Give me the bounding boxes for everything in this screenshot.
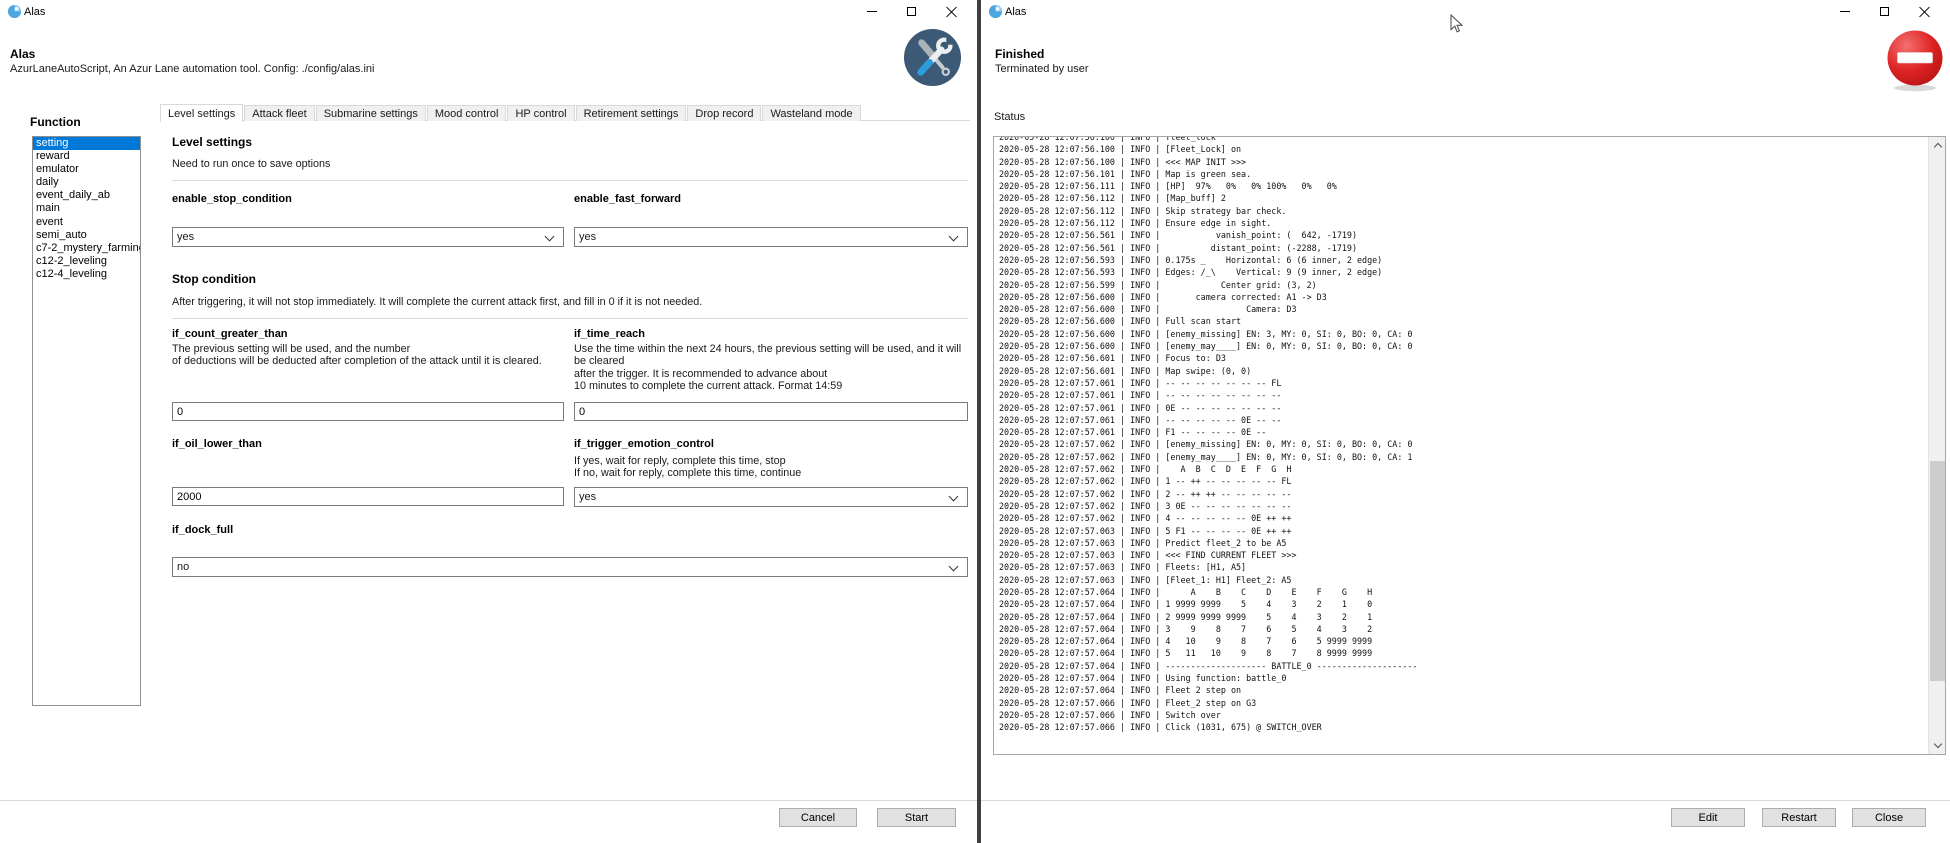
select-if-dock-full[interactable]: no bbox=[172, 557, 968, 577]
close-button[interactable] bbox=[936, 0, 966, 23]
footer-separator bbox=[0, 800, 977, 801]
tab-retirement-settings[interactable]: Retirement settings bbox=[576, 105, 687, 121]
stop-icon bbox=[1885, 29, 1945, 93]
edit-button[interactable]: Edit bbox=[1671, 808, 1745, 827]
alas-logo-icon bbox=[7, 4, 22, 19]
function-list-label: Function bbox=[30, 115, 81, 129]
status-title: Finished bbox=[995, 47, 1044, 61]
section-desc-stop-condition: After triggering, it will not stop immed… bbox=[172, 296, 968, 308]
minimize-icon bbox=[867, 11, 877, 12]
log-window: Alas Finished Terminated by user Status bbox=[981, 0, 1950, 843]
sidebar-item-event-daily-ab[interactable]: event_daily_ab bbox=[33, 189, 140, 202]
chevron-down-icon bbox=[949, 492, 959, 502]
maximize-icon bbox=[1880, 7, 1889, 16]
close-icon bbox=[946, 6, 957, 17]
tab-submarine-settings[interactable]: Submarine settings bbox=[316, 105, 426, 121]
window-title: Alas bbox=[1005, 6, 1026, 18]
sidebar-item-c12-4-leveling[interactable]: c12-4_leveling bbox=[33, 268, 140, 281]
start-button[interactable]: Start bbox=[877, 808, 956, 827]
cancel-button[interactable]: Cancel bbox=[779, 808, 857, 827]
titlebar[interactable]: Alas bbox=[0, 0, 977, 23]
close-icon bbox=[1919, 6, 1930, 17]
input-if-time-reach[interactable] bbox=[574, 402, 968, 421]
label-if-dock-full: if_dock_full bbox=[172, 524, 233, 536]
sidebar-item-c12-2-leveling[interactable]: c12-2_leveling bbox=[33, 255, 140, 268]
maximize-button[interactable] bbox=[896, 0, 926, 23]
close-button[interactable] bbox=[1909, 0, 1939, 23]
status-frame-label: Status bbox=[994, 111, 1025, 123]
log-output[interactable]: 2020-05-28 12:07:56.100 | INFO | fleet_l… bbox=[993, 136, 1946, 755]
alas-logo-icon bbox=[988, 4, 1003, 19]
separator bbox=[172, 180, 968, 181]
tab-bar: Level settings Attack fleet Submarine se… bbox=[160, 102, 862, 121]
footer-separator bbox=[981, 800, 1950, 801]
alas-app: Alas Alas AzurLaneAutoScript, An Azur La… bbox=[0, 0, 1950, 843]
chevron-down-icon bbox=[949, 562, 959, 572]
select-value: yes bbox=[177, 231, 194, 243]
tab-mood-control[interactable]: Mood control bbox=[427, 105, 507, 121]
chevron-down-icon bbox=[1933, 740, 1941, 748]
desc-if-trigger-emotion-control: If yes, wait for reply, complete this ti… bbox=[574, 455, 970, 480]
log-text[interactable]: 2020-05-28 12:07:56.100 | INFO | fleet_l… bbox=[999, 136, 1927, 754]
minimize-icon bbox=[1840, 11, 1850, 12]
maximize-button[interactable] bbox=[1869, 0, 1899, 23]
tab-level-settings[interactable]: Level settings bbox=[160, 104, 243, 122]
section-title-stop-condition: Stop condition bbox=[172, 272, 256, 286]
close-action-button[interactable]: Close bbox=[1852, 808, 1926, 827]
tools-icon bbox=[903, 28, 962, 87]
desc-if-time-reach: Use the time within the next 24 hours, t… bbox=[574, 343, 970, 393]
chevron-down-icon bbox=[545, 232, 555, 242]
sidebar-item-main[interactable]: main bbox=[33, 202, 140, 215]
sidebar-item-daily[interactable]: daily bbox=[33, 176, 140, 189]
tab-hp-control[interactable]: HP control bbox=[507, 105, 574, 121]
page-subtitle: AzurLaneAutoScript, An Azur Lane automat… bbox=[10, 63, 374, 75]
label-if-time-reach: if_time_reach bbox=[574, 328, 645, 340]
maximize-icon bbox=[907, 7, 916, 16]
scroll-up-button[interactable] bbox=[1929, 137, 1946, 154]
select-value: no bbox=[177, 561, 189, 573]
section-title-level-settings: Level settings bbox=[172, 135, 252, 149]
window-title: Alas bbox=[24, 6, 45, 18]
page-title: Alas bbox=[10, 47, 35, 61]
sidebar-item-emulator[interactable]: emulator bbox=[33, 163, 140, 176]
separator bbox=[172, 318, 968, 319]
label-enable-stop-condition: enable_stop_condition bbox=[172, 193, 292, 205]
minimize-button[interactable] bbox=[1830, 0, 1860, 23]
sidebar-item-c7-2-mystery-farming[interactable]: c7-2_mystery_farming bbox=[33, 242, 140, 255]
select-enable-stop-condition[interactable]: yes bbox=[172, 227, 564, 247]
select-value: yes bbox=[579, 491, 596, 503]
tab-attack-fleet[interactable]: Attack fleet bbox=[244, 105, 314, 121]
chevron-up-icon bbox=[1933, 143, 1941, 151]
sidebar-item-event[interactable]: event bbox=[33, 216, 140, 229]
sidebar-item-reward[interactable]: reward bbox=[33, 150, 140, 163]
scroll-down-button[interactable] bbox=[1929, 737, 1946, 754]
select-if-trigger-emotion-control[interactable]: yes bbox=[574, 487, 968, 507]
restart-button[interactable]: Restart bbox=[1762, 808, 1836, 827]
label-if-count-greater-than: if_count_greater_than bbox=[172, 328, 288, 340]
tab-wasteland-mode[interactable]: Wasteland mode bbox=[762, 105, 860, 121]
input-if-oil-lower-than[interactable] bbox=[172, 487, 564, 506]
scrollbar-thumb[interactable] bbox=[1930, 461, 1945, 681]
select-enable-fast-forward[interactable]: yes bbox=[574, 227, 968, 247]
tab-drop-record[interactable]: Drop record bbox=[687, 105, 761, 121]
function-listbox[interactable]: setting reward emulator daily event_dail… bbox=[32, 136, 141, 706]
desc-if-count-greater-than: The previous setting will be used, and t… bbox=[172, 343, 564, 368]
titlebar[interactable]: Alas bbox=[981, 0, 1950, 23]
minimize-button[interactable] bbox=[857, 0, 887, 23]
input-if-count-greater-than[interactable] bbox=[172, 402, 564, 421]
log-scrollbar[interactable] bbox=[1928, 137, 1945, 754]
label-enable-fast-forward: enable_fast_forward bbox=[574, 193, 681, 205]
chevron-down-icon bbox=[949, 232, 959, 242]
status-subtitle: Terminated by user bbox=[995, 63, 1089, 75]
section-desc-level-settings: Need to run once to save options bbox=[172, 158, 330, 170]
config-window: Alas Alas AzurLaneAutoScript, An Azur La… bbox=[0, 0, 977, 843]
label-if-trigger-emotion-control: if_trigger_emotion_control bbox=[574, 438, 714, 450]
sidebar-item-setting[interactable]: setting bbox=[33, 137, 140, 150]
label-if-oil-lower-than: if_oil_lower_than bbox=[172, 438, 262, 450]
select-value: yes bbox=[579, 231, 596, 243]
sidebar-item-semi-auto[interactable]: semi_auto bbox=[33, 229, 140, 242]
mouse-cursor bbox=[1450, 14, 1463, 34]
